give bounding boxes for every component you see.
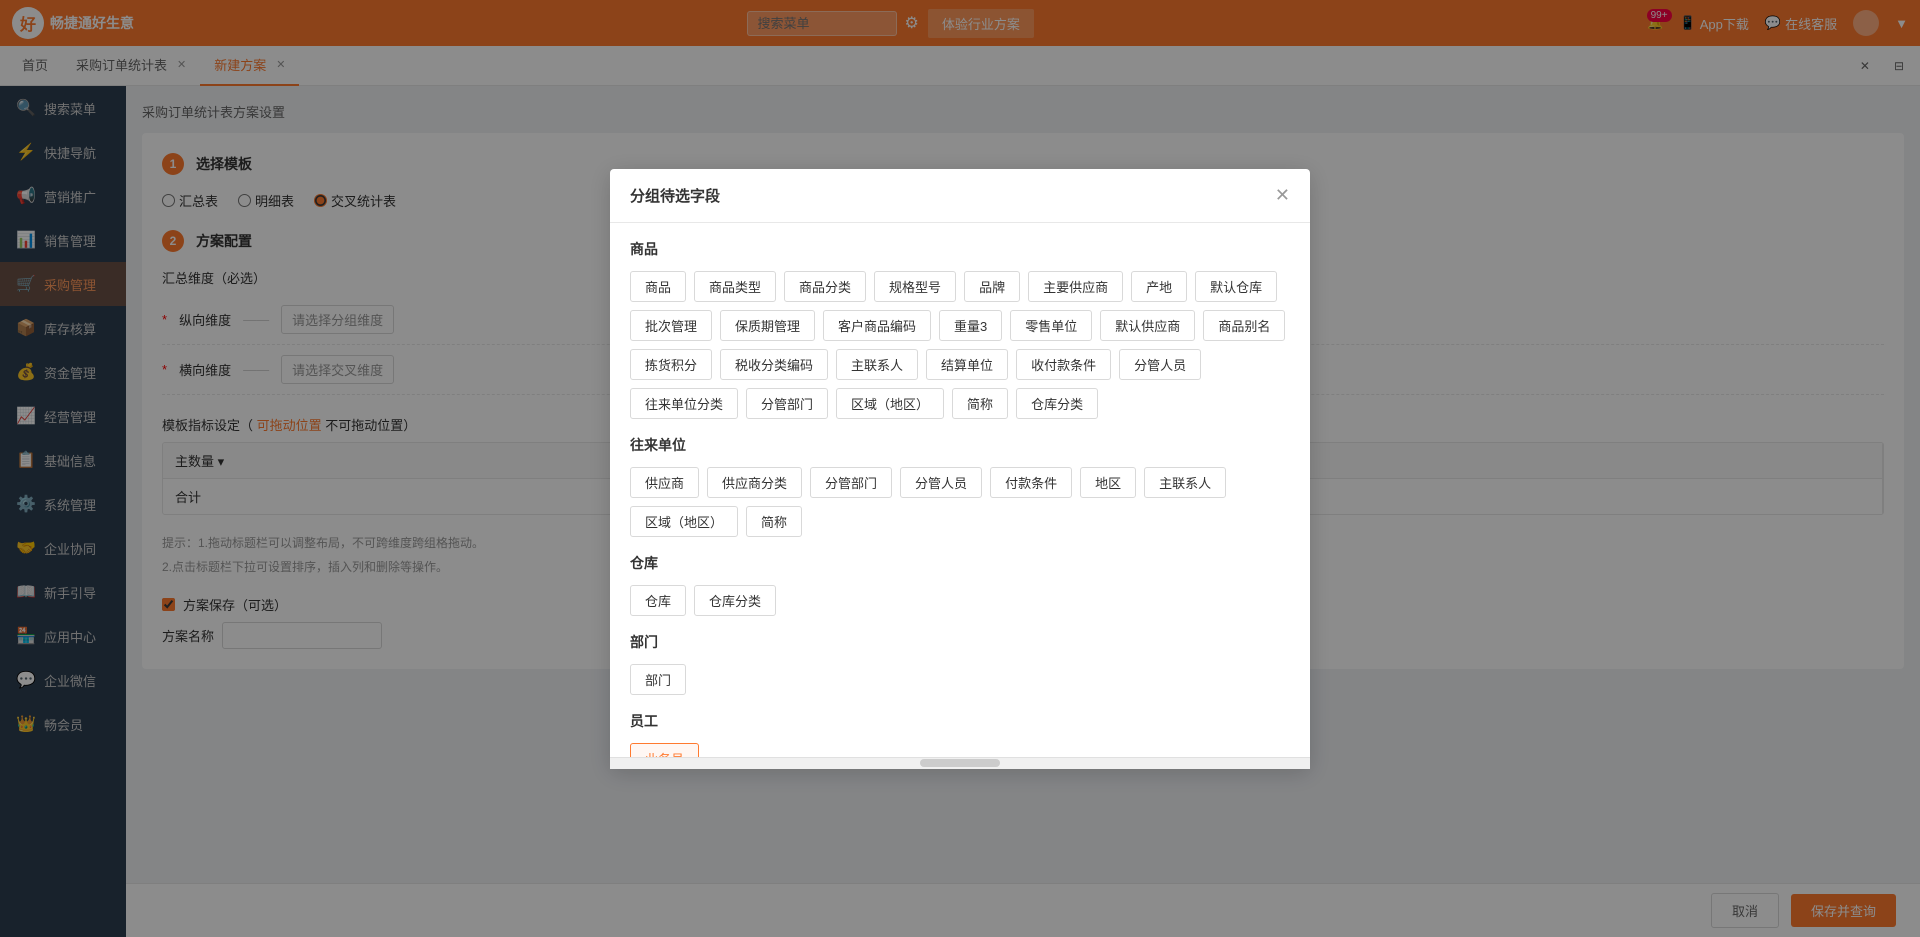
field-tag[interactable]: 主要供应商 xyxy=(1028,271,1123,302)
field-tag[interactable]: 默认供应商 xyxy=(1100,310,1195,341)
field-tag[interactable]: 部门 xyxy=(630,664,686,695)
section-title-employee: 员工 xyxy=(630,711,1290,731)
field-tag[interactable]: 分管部门 xyxy=(810,467,892,498)
field-tag[interactable]: 默认仓库 xyxy=(1195,271,1277,302)
field-tag[interactable]: 零售单位 xyxy=(1010,310,1092,341)
field-tag[interactable]: 分管人员 xyxy=(900,467,982,498)
field-tag[interactable]: 区域（地区） xyxy=(630,506,738,537)
field-tag[interactable]: 保质期管理 xyxy=(720,310,815,341)
field-tag[interactable]: 商品别名 xyxy=(1203,310,1285,341)
field-tag[interactable]: 税收分类编码 xyxy=(720,349,828,380)
field-tag[interactable]: 主联系人 xyxy=(836,349,918,380)
section-title-dept: 部门 xyxy=(630,632,1290,652)
modal-body: 商品 商品 商品类型 商品分类 规格型号 品牌 主要供应商 产地 默认仓库 批次… xyxy=(610,223,1310,757)
field-tag[interactable]: 规格型号 xyxy=(874,271,956,302)
field-tag[interactable]: 品牌 xyxy=(964,271,1020,302)
dept-fields: 部门 xyxy=(630,664,1290,695)
modal-header: 分组待选字段 ✕ xyxy=(610,169,1310,223)
field-tag[interactable]: 供应商分类 xyxy=(707,467,802,498)
field-tag[interactable]: 重量3 xyxy=(939,310,1002,341)
field-tag[interactable]: 批次管理 xyxy=(630,310,712,341)
field-tag[interactable]: 仓库分类 xyxy=(694,585,776,616)
field-tag[interactable]: 区域（地区） xyxy=(836,388,944,419)
field-tag[interactable]: 简称 xyxy=(952,388,1008,419)
field-tag[interactable]: 主联系人 xyxy=(1144,467,1226,498)
employee-fields: 业务员 xyxy=(630,743,1290,757)
warehouse-fields: 仓库 仓库分类 xyxy=(630,585,1290,616)
field-tag[interactable]: 商品 xyxy=(630,271,686,302)
field-tag[interactable]: 商品分类 xyxy=(784,271,866,302)
field-tag[interactable]: 收付款条件 xyxy=(1016,349,1111,380)
field-tag[interactable]: 分管人员 xyxy=(1119,349,1201,380)
field-tag[interactable]: 拣货积分 xyxy=(630,349,712,380)
modal-title: 分组待选字段 xyxy=(630,185,720,206)
partner-fields: 供应商 供应商分类 分管部门 分管人员 付款条件 地区 主联系人 区域（地区） … xyxy=(630,467,1290,537)
field-tag[interactable]: 地区 xyxy=(1080,467,1136,498)
field-tag[interactable]: 付款条件 xyxy=(990,467,1072,498)
modal: 分组待选字段 ✕ 商品 商品 商品类型 商品分类 规格型号 品牌 主要供应商 产… xyxy=(610,169,1310,769)
field-tag[interactable]: 往来单位分类 xyxy=(630,388,738,419)
field-tag-selected[interactable]: 业务员 xyxy=(630,743,699,757)
modal-scroll-bottom[interactable] xyxy=(610,757,1310,769)
section-title-partner: 往来单位 xyxy=(630,435,1290,455)
section-title-product: 商品 xyxy=(630,239,1290,259)
modal-overlay: 分组待选字段 ✕ 商品 商品 商品类型 商品分类 规格型号 品牌 主要供应商 产… xyxy=(0,0,1920,937)
field-tag[interactable]: 分管部门 xyxy=(746,388,828,419)
field-tag[interactable]: 仓库分类 xyxy=(1016,388,1098,419)
field-tag[interactable]: 结算单位 xyxy=(926,349,1008,380)
field-tag[interactable]: 商品类型 xyxy=(694,271,776,302)
field-tag[interactable]: 供应商 xyxy=(630,467,699,498)
product-fields: 商品 商品类型 商品分类 规格型号 品牌 主要供应商 产地 默认仓库 批次管理 … xyxy=(630,271,1290,419)
field-tag[interactable]: 简称 xyxy=(746,506,802,537)
section-title-warehouse: 仓库 xyxy=(630,553,1290,573)
field-tag[interactable]: 产地 xyxy=(1131,271,1187,302)
modal-close-button[interactable]: ✕ xyxy=(1275,185,1290,206)
field-tag[interactable]: 客户商品编码 xyxy=(823,310,931,341)
field-tag[interactable]: 仓库 xyxy=(630,585,686,616)
modal-scroll-thumb[interactable] xyxy=(920,759,1000,767)
